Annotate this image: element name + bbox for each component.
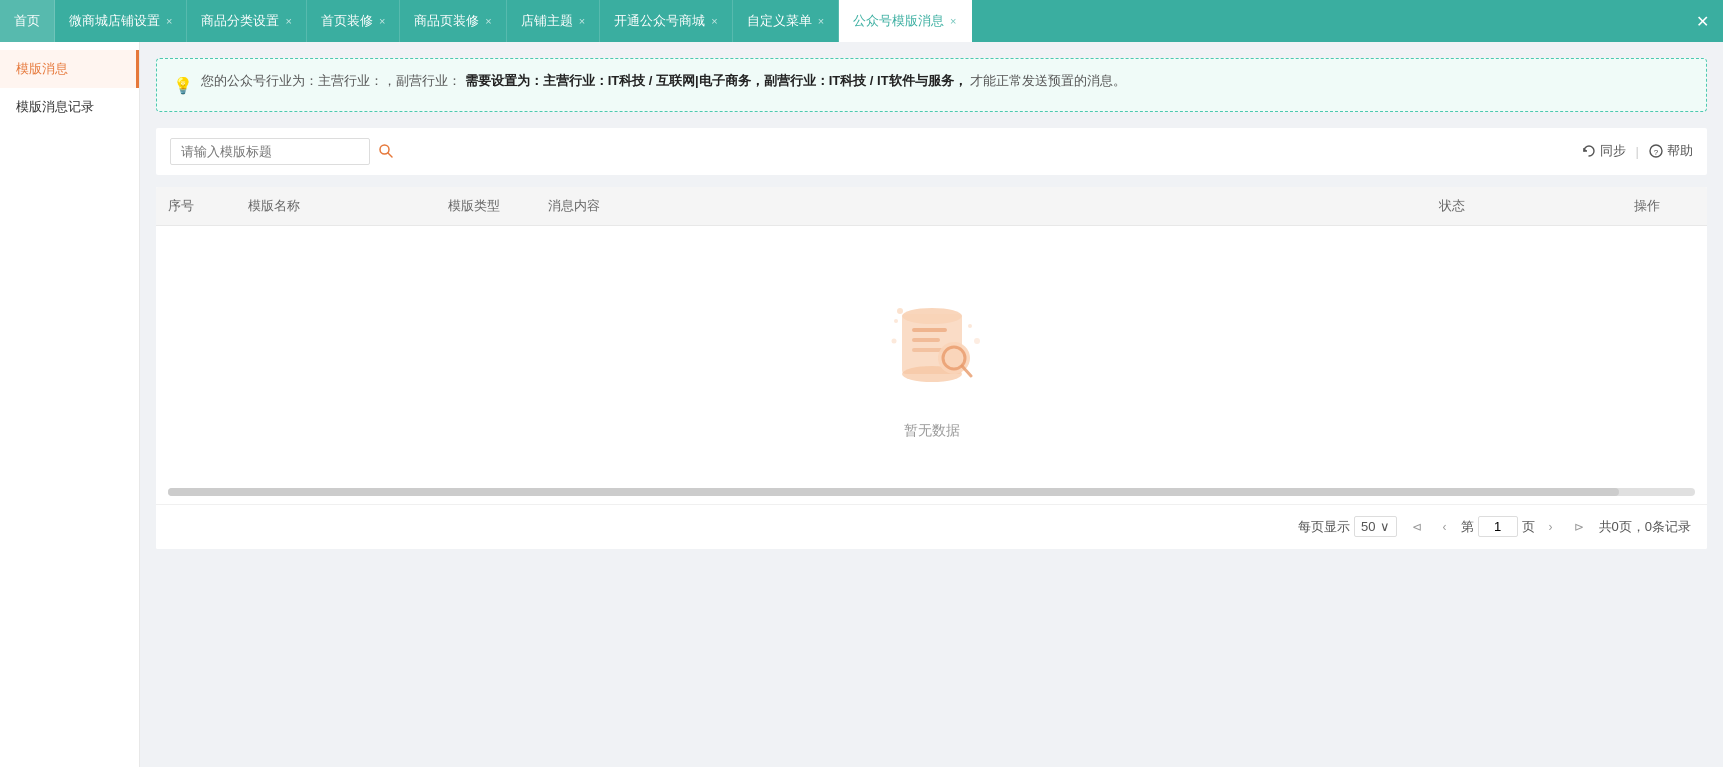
- notice-lightbulb-icon: 💡: [173, 73, 193, 99]
- per-page-label: 每页显示: [1298, 518, 1350, 536]
- notice-box: 💡 您的公众号行业为：主营行业：，副营行业： 需要设置为：主营行业：IT科技 /…: [156, 58, 1707, 112]
- search-left: [170, 138, 394, 165]
- help-icon: ?: [1649, 144, 1663, 158]
- nav-tab-shop-settings-label: 微商城店铺设置: [69, 12, 160, 30]
- nav-tab-shop-theme-label: 店铺主题: [521, 12, 573, 30]
- th-type: 模版类型: [436, 197, 536, 215]
- svg-point-14: [894, 319, 898, 323]
- close-all-icon: ✕: [1696, 12, 1709, 31]
- nav-tab-category-settings[interactable]: 商品分类设置 ×: [187, 0, 306, 42]
- search-icon: [378, 143, 394, 159]
- total-text: 共0页，0条记录: [1599, 518, 1691, 536]
- per-page-dropdown[interactable]: 50 ∨: [1354, 516, 1396, 537]
- th-index: 序号: [156, 197, 236, 215]
- sync-label: 同步: [1600, 142, 1626, 160]
- th-status: 状态: [1427, 197, 1587, 215]
- page-first-button[interactable]: ⊲: [1405, 515, 1429, 539]
- nav-tab-template-msg-label: 公众号模版消息: [853, 12, 944, 30]
- notice-highlight: 需要设置为：主营行业：IT科技 / 互联网|电子商务，副营行业：IT科技 / I…: [465, 73, 967, 88]
- svg-line-1: [388, 153, 392, 157]
- svg-point-15: [968, 324, 972, 328]
- search-right: 同步 | ? 帮助: [1582, 142, 1693, 160]
- help-button[interactable]: ? 帮助: [1649, 142, 1693, 160]
- nav-tab-category-label: 商品分类设置: [201, 12, 279, 30]
- close-shop-theme-icon[interactable]: ×: [579, 15, 585, 27]
- scroll-track[interactable]: [156, 480, 1707, 504]
- content-area: 💡 您的公众号行业为：主营行业：，副营行业： 需要设置为：主营行业：IT科技 /…: [140, 42, 1723, 767]
- page-label: 第: [1461, 518, 1474, 536]
- empty-state: 暂无数据: [156, 226, 1707, 480]
- notice-prefix: 您的公众号行业为：主营行业：，副营行业：: [201, 73, 461, 88]
- svg-point-17: [891, 338, 896, 343]
- sidebar-item-template-msg[interactable]: 模版消息: [0, 50, 139, 88]
- nav-tab-home-label: 首页: [14, 12, 40, 30]
- empty-illustration: [872, 286, 992, 406]
- th-name: 模版名称: [236, 197, 436, 215]
- close-home-decor-icon[interactable]: ×: [379, 15, 385, 27]
- top-nav: 首页 微商城店铺设置 × 商品分类设置 × 首页装修 × 商品页装修 × 店铺主…: [0, 0, 1723, 42]
- svg-rect-7: [912, 328, 947, 332]
- search-input[interactable]: [170, 138, 370, 165]
- nav-tab-product-decor[interactable]: 商品页装修 ×: [400, 0, 506, 42]
- nav-tab-home[interactable]: 首页: [0, 0, 55, 42]
- page-unit: 页: [1522, 518, 1535, 536]
- nav-tab-shop-settings[interactable]: 微商城店铺设置 ×: [55, 0, 187, 42]
- search-bar: 同步 | ? 帮助: [156, 128, 1707, 175]
- help-label: 帮助: [1667, 142, 1693, 160]
- per-page-value: 50: [1361, 519, 1375, 534]
- notice-text: 您的公众号行业为：主营行业：，副营行业： 需要设置为：主营行业：IT科技 / 互…: [201, 71, 1126, 92]
- page-nav: ⊲ ‹ 第 页 › ⊳: [1405, 515, 1591, 539]
- close-category-icon[interactable]: ×: [285, 15, 291, 27]
- svg-rect-8: [912, 338, 940, 342]
- nav-tab-open-wechat-label: 开通公众号商城: [614, 12, 705, 30]
- svg-text:?: ?: [1654, 148, 1659, 157]
- nav-tab-custom-menu-label: 自定义菜单: [747, 12, 812, 30]
- table-header: 序号 模版名称 模版类型 消息内容 状态 操作: [156, 187, 1707, 226]
- page-next-button[interactable]: ›: [1539, 515, 1563, 539]
- sidebar-item-template-msg-record[interactable]: 模版消息记录: [0, 88, 139, 126]
- svg-rect-9: [912, 348, 944, 352]
- close-all-button[interactable]: ✕: [1682, 0, 1723, 42]
- divider: |: [1636, 144, 1639, 159]
- nav-tab-custom-menu[interactable]: 自定义菜单 ×: [733, 0, 839, 42]
- page-last-button[interactable]: ⊳: [1567, 515, 1591, 539]
- nav-tab-shop-theme[interactable]: 店铺主题 ×: [507, 0, 600, 42]
- close-custom-menu-icon[interactable]: ×: [818, 15, 824, 27]
- sidebar-item-template-msg-label: 模版消息: [16, 61, 68, 76]
- th-content: 消息内容: [536, 197, 1427, 215]
- empty-svg: [872, 286, 992, 406]
- table-container: 序号 模版名称 模版类型 消息内容 状态 操作: [156, 187, 1707, 549]
- close-open-wechat-icon[interactable]: ×: [711, 15, 717, 27]
- nav-tab-template-msg[interactable]: 公众号模版消息 ×: [839, 0, 971, 42]
- pagination: 每页显示 50 ∨ ⊲ ‹ 第 页 › ⊳ 共0页，0条记录: [156, 504, 1707, 549]
- svg-point-13: [897, 308, 903, 314]
- scroll-bar-thumb[interactable]: [168, 488, 1619, 496]
- page-prev-button[interactable]: ‹: [1433, 515, 1457, 539]
- scroll-bar-track[interactable]: [168, 488, 1695, 496]
- sidebar-item-template-msg-record-label: 模版消息记录: [16, 99, 94, 114]
- sync-button[interactable]: 同步: [1582, 142, 1626, 160]
- per-page-select: 每页显示 50 ∨: [1298, 516, 1396, 537]
- per-page-chevron-icon: ∨: [1380, 519, 1390, 534]
- close-template-msg-icon[interactable]: ×: [950, 15, 956, 27]
- main-layout: 模版消息 模版消息记录 💡 您的公众号行业为：主营行业：，副营行业： 需要设置为…: [0, 42, 1723, 767]
- sync-icon: [1582, 144, 1596, 158]
- empty-text: 暂无数据: [904, 422, 960, 440]
- nav-tab-open-wechat[interactable]: 开通公众号商城 ×: [600, 0, 732, 42]
- close-shop-settings-icon[interactable]: ×: [166, 15, 172, 27]
- svg-point-16: [974, 338, 980, 344]
- notice-suffix: 才能正常发送预置的消息。: [970, 73, 1126, 88]
- th-action: 操作: [1587, 197, 1707, 215]
- close-product-decor-icon[interactable]: ×: [485, 15, 491, 27]
- nav-tab-product-decor-label: 商品页装修: [414, 12, 479, 30]
- nav-tab-home-decor-label: 首页装修: [321, 12, 373, 30]
- page-input[interactable]: [1478, 516, 1518, 537]
- search-button[interactable]: [378, 143, 394, 159]
- nav-tab-home-decor[interactable]: 首页装修 ×: [307, 0, 400, 42]
- sidebar: 模版消息 模版消息记录: [0, 42, 140, 767]
